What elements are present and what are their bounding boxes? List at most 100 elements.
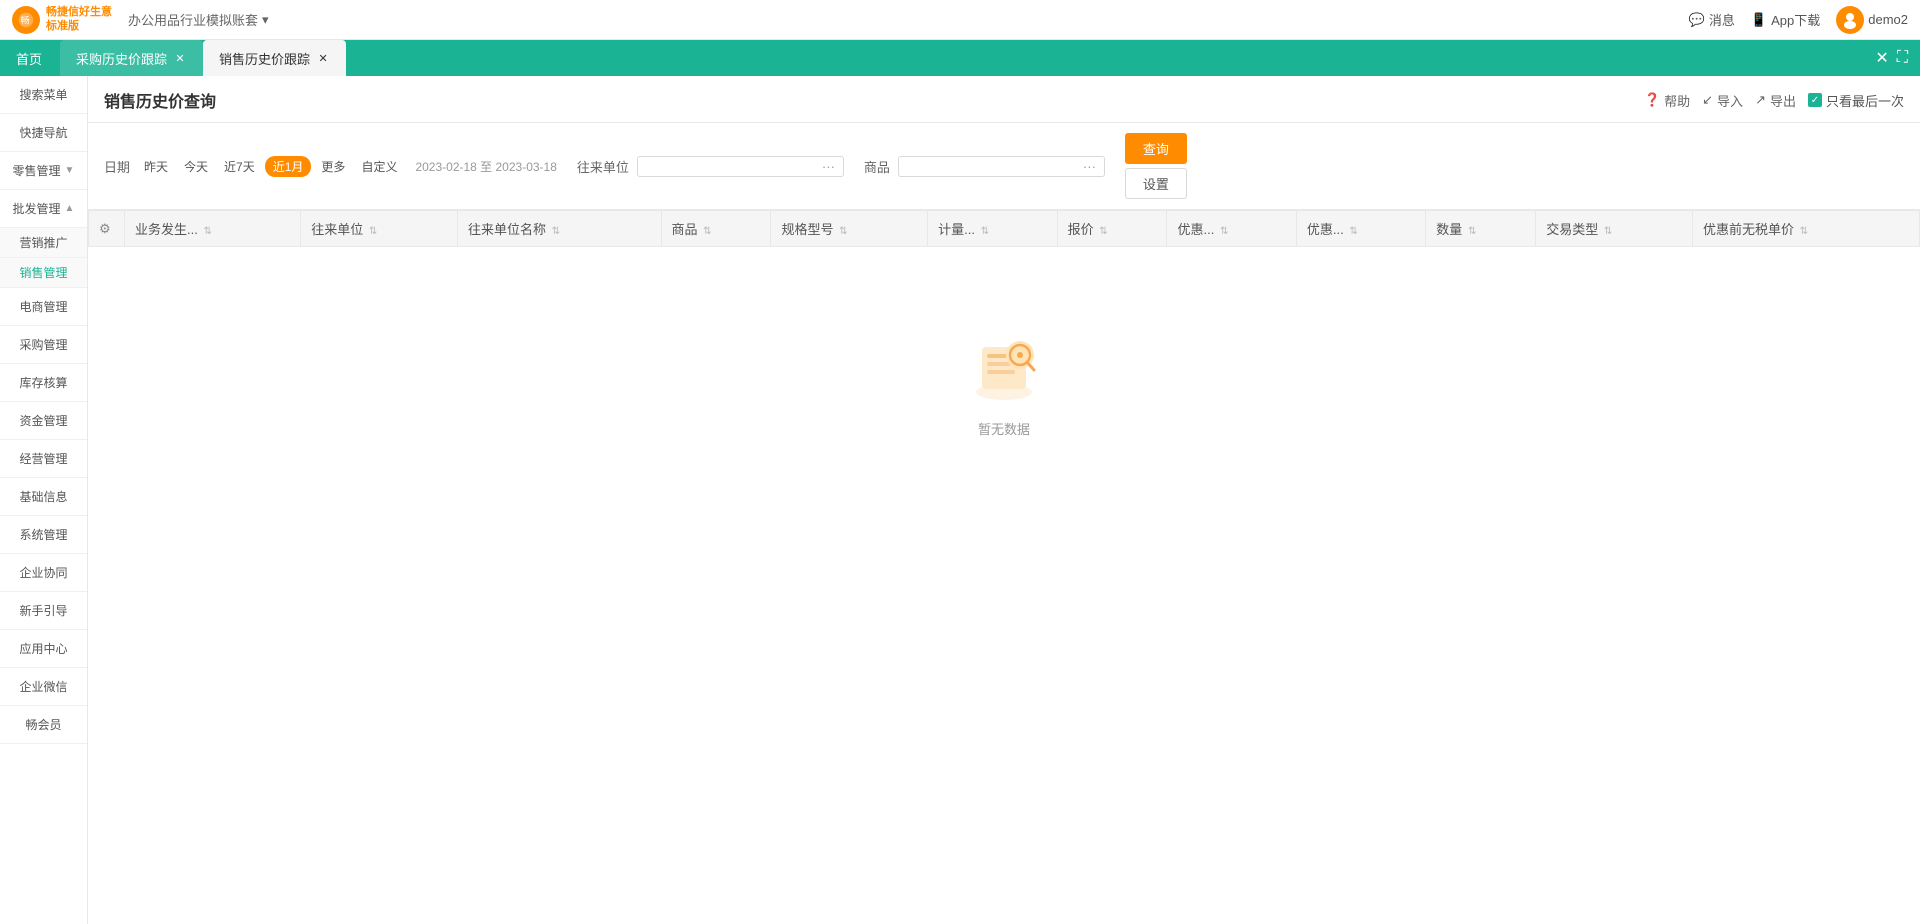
sidebar-item-member[interactable]: 畅会员: [0, 706, 87, 744]
sort-icon: ⇅: [1800, 226, 1808, 237]
col-discount1[interactable]: 优惠... ⇅: [1167, 211, 1296, 247]
col-settings[interactable]: ⚙: [89, 211, 125, 247]
query-button[interactable]: 查询: [1125, 133, 1187, 164]
col-pretax-price-label: 优惠前无税单价: [1703, 222, 1794, 237]
col-pretax-price[interactable]: 优惠前无税单价 ⇅: [1692, 211, 1919, 247]
col-discount1-label: 优惠...: [1177, 222, 1214, 237]
sidebar-item-purchase[interactable]: 采购管理: [0, 326, 87, 364]
date-option-last1m[interactable]: 近1月: [265, 156, 312, 177]
sidebar-item-app-center[interactable]: 应用中心: [0, 630, 87, 668]
filter-bar: 日期 昨天 今天 近7天 近1月 更多 自定义 2023-02-18 至 202…: [88, 123, 1920, 210]
sidebar-ecommerce-label: 电商管理: [19, 298, 67, 315]
page-actions: ❓ 帮助 ↙ 导入 ↗ 导出 ✓ 只看最后一次: [1644, 91, 1904, 110]
sidebar-item-finance[interactable]: 资金管理: [0, 402, 87, 440]
filter-buttons: 查询 设置: [1125, 133, 1187, 199]
export-button[interactable]: ↗ 导出: [1755, 91, 1796, 110]
close-all-icon[interactable]: ✕: [1875, 48, 1888, 68]
tab-purchase[interactable]: 采购历史价跟踪 ✕: [60, 40, 203, 76]
partner-input[interactable]: [646, 159, 822, 174]
download-icon: 📱: [1751, 12, 1767, 28]
partner-picker-icon[interactable]: ···: [822, 159, 835, 174]
col-partner-code[interactable]: 往来单位 ⇅: [301, 211, 458, 247]
app-download-nav-item[interactable]: 📱 App下载: [1751, 10, 1820, 29]
export-label: 导出: [1770, 91, 1796, 110]
sidebar: 搜索菜单 快捷导航 零售管理 ▼ 批发管理 ▲ 营销推广 销售管理 电商管理 采…: [0, 76, 88, 924]
tab-bar: 首页 采购历史价跟踪 ✕ 销售历史价跟踪 ✕ ✕ ⛶: [0, 40, 1920, 76]
top-bar: 畅 畅捷信好生意 标准版 办公用品行业模拟账套 ▾ 💬 消息 📱 App下载 d…: [0, 0, 1920, 40]
sidebar-item-system[interactable]: 系统管理: [0, 516, 87, 554]
export-icon: ↗: [1755, 92, 1766, 108]
date-option-more[interactable]: 更多: [315, 156, 351, 177]
tab-bar-actions: ✕ ⛶: [1863, 48, 1920, 68]
col-trade-type[interactable]: 交易类型 ⇅: [1536, 211, 1693, 247]
tab-home[interactable]: 首页: [0, 40, 58, 76]
chevron-up-icon: ▲: [65, 203, 75, 214]
sidebar-item-shortcut[interactable]: 快捷导航: [0, 114, 87, 152]
date-range-display: 2023-02-18 至 2023-03-18: [415, 158, 556, 175]
partner-label: 往来单位: [577, 157, 629, 176]
sidebar-item-search[interactable]: 搜索菜单: [0, 76, 87, 114]
main-layout: 搜索菜单 快捷导航 零售管理 ▼ 批发管理 ▲ 营销推广 销售管理 电商管理 采…: [0, 76, 1920, 924]
setting-button[interactable]: 设置: [1125, 168, 1187, 199]
col-quote-label: 报价: [1068, 222, 1094, 237]
empty-state: 暂无数据: [88, 247, 1920, 518]
col-biz-date[interactable]: 业务发生... ⇅: [125, 211, 301, 247]
col-biz-date-label: 业务发生...: [135, 222, 198, 237]
col-unit[interactable]: 计量... ⇅: [928, 211, 1057, 247]
help-button[interactable]: ❓ 帮助: [1644, 91, 1690, 110]
tab-purchase-close[interactable]: ✕: [173, 51, 187, 65]
sidebar-member-label: 畅会员: [25, 716, 61, 733]
sidebar-item-wholesale[interactable]: 批发管理 ▲: [0, 190, 87, 228]
date-option-last7[interactable]: 近7天: [218, 156, 261, 177]
product-input[interactable]: [907, 159, 1083, 174]
app-selector-label: 办公用品行业模拟账套: [128, 10, 258, 29]
product-picker-icon[interactable]: ···: [1083, 159, 1096, 174]
date-option-yesterday[interactable]: 昨天: [138, 156, 174, 177]
data-table: ⚙ 业务发生... ⇅ 往来单位 ⇅ 往来单位名称 ⇅: [88, 210, 1920, 247]
sidebar-search-label: 搜索菜单: [19, 86, 67, 103]
col-unit-label: 计量...: [938, 222, 975, 237]
col-quantity-label: 数量: [1436, 222, 1462, 237]
import-button[interactable]: ↙ 导入: [1702, 91, 1743, 110]
table-header-row: ⚙ 业务发生... ⇅ 往来单位 ⇅ 往来单位名称 ⇅: [89, 211, 1920, 247]
page-title: 销售历史价查询: [104, 88, 216, 112]
sidebar-basic-info-label: 基础信息: [19, 488, 67, 505]
empty-text: 暂无数据: [978, 419, 1030, 438]
sidebar-item-retail[interactable]: 零售管理 ▼: [0, 152, 87, 190]
message-label: 消息: [1709, 10, 1735, 29]
sidebar-item-wechat[interactable]: 企业微信: [0, 668, 87, 706]
tab-sales[interactable]: 销售历史价跟踪 ✕: [203, 40, 346, 76]
col-discount2[interactable]: 优惠... ⇅: [1296, 211, 1425, 247]
sidebar-item-cooperation[interactable]: 企业协同: [0, 554, 87, 592]
col-quote[interactable]: 报价 ⇅: [1057, 211, 1167, 247]
col-partner-name[interactable]: 往来单位名称 ⇅: [457, 211, 661, 247]
sidebar-item-marketing[interactable]: 营销推广: [0, 228, 87, 258]
sidebar-item-inventory[interactable]: 库存核算: [0, 364, 87, 402]
product-filter-group: 商品 ···: [864, 156, 1105, 177]
sidebar-item-operations[interactable]: 经营管理: [0, 440, 87, 478]
top-bar-right: 💬 消息 📱 App下载 demo2: [1689, 6, 1908, 34]
sidebar-item-guide[interactable]: 新手引导: [0, 592, 87, 630]
col-quantity[interactable]: 数量 ⇅: [1426, 211, 1536, 247]
user-profile[interactable]: demo2: [1836, 6, 1908, 34]
page-header: 销售历史价查询 ❓ 帮助 ↙ 导入 ↗ 导出 ✓ 只看最后一次: [88, 76, 1920, 123]
settings-icon[interactable]: ⚙: [99, 221, 111, 236]
partner-filter-group: 往来单位 ···: [577, 156, 844, 177]
last-only-checkbox[interactable]: ✓ 只看最后一次: [1808, 91, 1904, 110]
sort-icon: ⇅: [1099, 226, 1107, 237]
col-product[interactable]: 商品 ⇅: [661, 211, 771, 247]
tab-sales-close[interactable]: ✕: [316, 51, 330, 65]
date-option-custom[interactable]: 自定义: [355, 156, 403, 177]
sidebar-wholesale-label: 批发管理: [13, 200, 61, 217]
top-bar-left: 畅 畅捷信好生意 标准版 办公用品行业模拟账套 ▾: [12, 6, 277, 34]
col-spec[interactable]: 规格型号 ⇅: [771, 211, 928, 247]
col-partner-code-label: 往来单位: [311, 222, 363, 237]
date-option-today[interactable]: 今天: [178, 156, 214, 177]
message-nav-item[interactable]: 💬 消息: [1689, 10, 1735, 29]
sidebar-sales-mgmt-label: 销售管理: [19, 266, 67, 280]
expand-icon[interactable]: ⛶: [1897, 49, 1908, 67]
sidebar-item-sales-mgmt[interactable]: 销售管理: [0, 258, 87, 288]
sidebar-item-ecommerce[interactable]: 电商管理: [0, 288, 87, 326]
app-selector[interactable]: 办公用品行业模拟账套 ▾: [120, 10, 277, 29]
sidebar-item-basic-info[interactable]: 基础信息: [0, 478, 87, 516]
